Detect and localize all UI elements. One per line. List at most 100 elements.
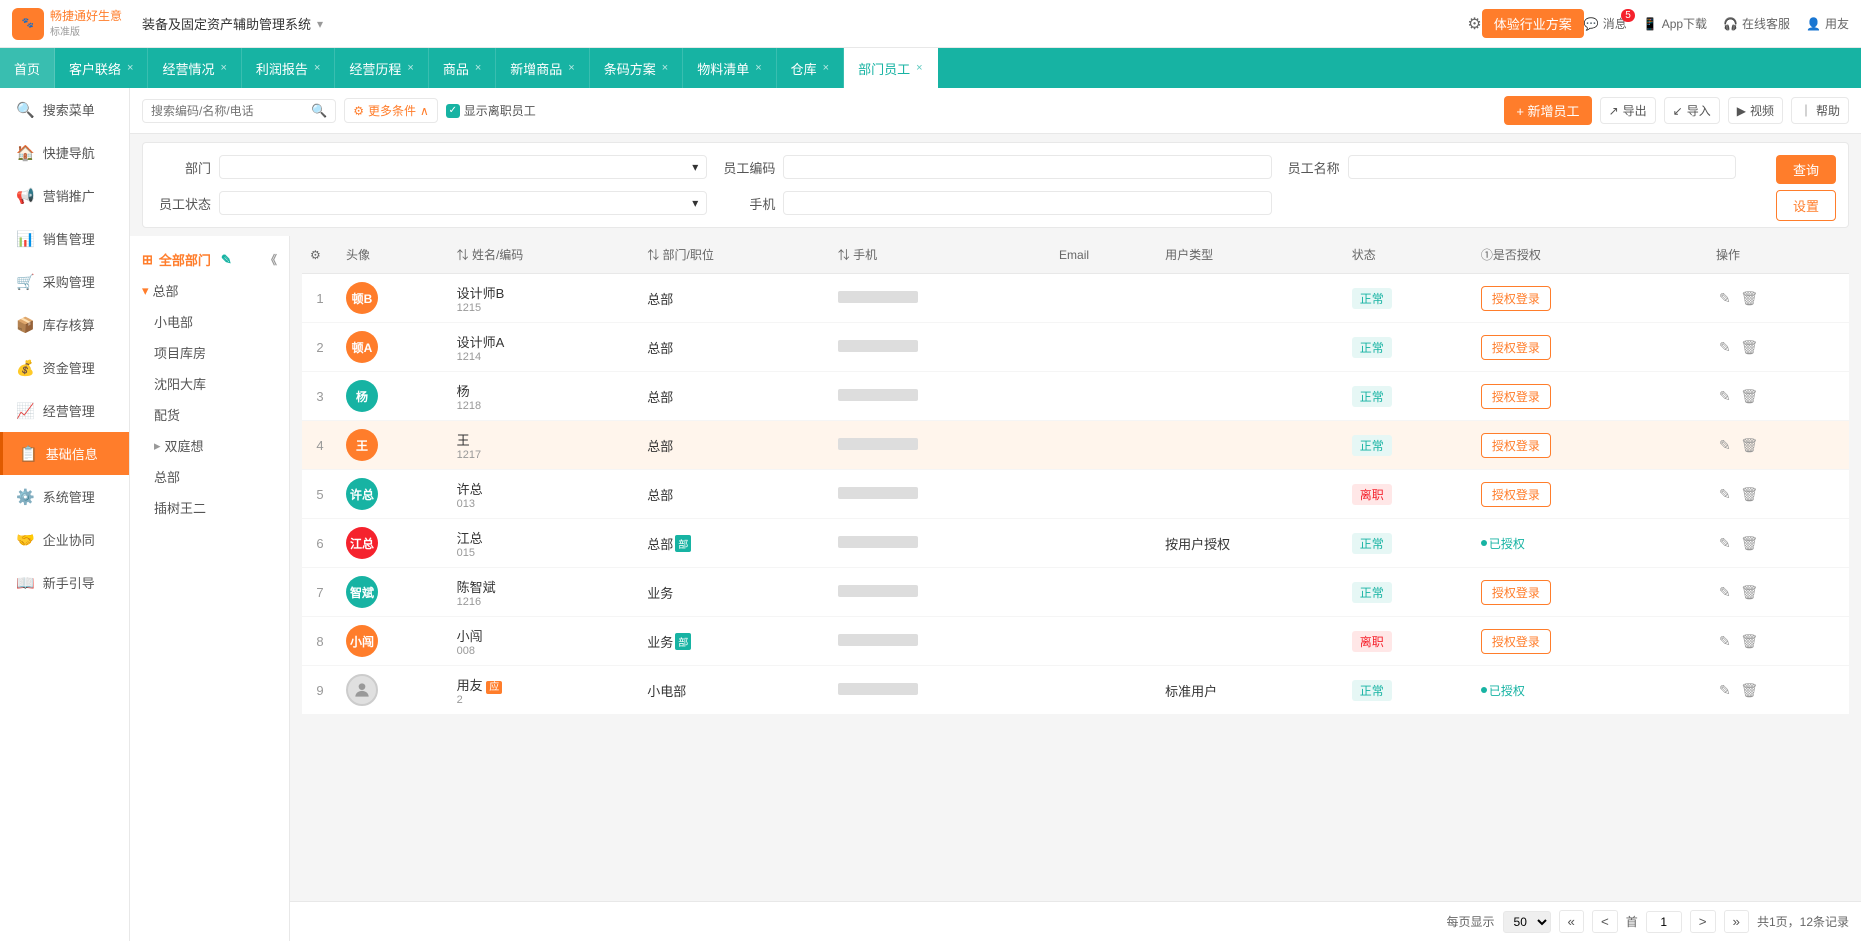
tab-operation[interactable]: 经营情况 × <box>148 48 241 88</box>
page-number-input[interactable] <box>1646 911 1682 933</box>
dept-item-shuangting[interactable]: ▸ 双庭想 <box>130 430 289 461</box>
emp-status-select[interactable]: ▾ <box>219 191 707 215</box>
nav-purchase[interactable]: 🛒 采购管理 <box>0 260 129 303</box>
tab-bom[interactable]: 物料清单 × <box>683 48 776 88</box>
auth-button[interactable]: 授权登录 <box>1481 433 1551 458</box>
tab-history[interactable]: 经营历程 × <box>335 48 428 88</box>
reset-button[interactable]: 设置 <box>1776 190 1836 221</box>
close-icon[interactable]: × <box>755 62 761 74</box>
auth-button[interactable]: 授权登录 <box>1481 286 1551 311</box>
col-phone[interactable]: ⇅ 手机 <box>830 236 1051 274</box>
col-dept[interactable]: ⇅ 部门/职位 <box>639 236 830 274</box>
next-page-button[interactable]: > <box>1690 910 1716 933</box>
delete-button[interactable]: 🗑 <box>1737 290 1761 306</box>
dept-item-chashuwang[interactable]: 插树王二 <box>130 492 289 523</box>
message-button[interactable]: 💬 消息 5 <box>1584 15 1627 32</box>
edit-button[interactable]: ✎ <box>1716 388 1734 404</box>
close-icon[interactable]: × <box>823 62 829 74</box>
close-icon[interactable]: × <box>475 62 481 74</box>
first-page-button[interactable]: « <box>1559 910 1584 933</box>
nav-guide[interactable]: 📖 新手引导 <box>0 561 129 604</box>
delete-button[interactable]: 🗑 <box>1737 388 1761 404</box>
edit-button[interactable]: ✎ <box>1716 535 1734 551</box>
auth-button[interactable]: 授权登录 <box>1481 580 1551 605</box>
delete-button[interactable]: 🗑 <box>1737 584 1761 600</box>
trial-button[interactable]: 体验行业方案 <box>1482 9 1584 38</box>
phone-input[interactable] <box>783 191 1271 215</box>
edit-dept-icon[interactable]: ✎ <box>221 252 232 268</box>
help-button[interactable]: ｜ 帮助 <box>1791 97 1849 124</box>
tab-profit[interactable]: 利润报告 × <box>242 48 335 88</box>
gear-button[interactable]: ⚙ <box>1467 14 1481 34</box>
video-button[interactable]: ▶ 视频 <box>1728 97 1783 124</box>
tab-department[interactable]: 部门员工 × <box>844 48 937 88</box>
dept-select[interactable]: ▾ <box>219 155 707 179</box>
nav-collab[interactable]: 🤝 企业协同 <box>0 518 129 561</box>
search-input[interactable] <box>151 104 311 118</box>
search-input-wrapper[interactable]: 🔍 <box>142 99 336 123</box>
edit-button[interactable]: ✎ <box>1716 633 1734 649</box>
close-icon[interactable]: × <box>127 62 133 74</box>
dept-item-zongbu-sub[interactable]: 总部 <box>130 461 289 492</box>
tab-add-goods[interactable]: 新增商品 × <box>496 48 589 88</box>
nav-quick-nav[interactable]: 🏠 快捷导航 <box>0 131 129 174</box>
delete-button[interactable]: 🗑 <box>1737 535 1761 551</box>
col-settings[interactable]: ⚙ <box>302 236 338 274</box>
close-icon[interactable]: × <box>220 62 226 74</box>
sys-dropdown-icon[interactable]: ▾ <box>317 17 323 31</box>
tab-customer[interactable]: 客户联络 × <box>55 48 148 88</box>
auth-button[interactable]: 授权登录 <box>1481 629 1551 654</box>
app-download-button[interactable]: 📱 App下载 <box>1643 15 1707 32</box>
show-resigned-checkbox[interactable]: ✓ 显示离职员工 <box>446 102 536 119</box>
delete-button[interactable]: 🗑 <box>1737 633 1761 649</box>
dept-item-peihuo[interactable]: 配货 <box>130 399 289 430</box>
tab-home[interactable]: 首页 <box>0 48 55 88</box>
tab-barcode[interactable]: 条码方案 × <box>590 48 683 88</box>
edit-button[interactable]: ✎ <box>1716 437 1734 453</box>
nav-basic-info[interactable]: 📋 基础信息 <box>0 432 129 475</box>
col-name[interactable]: ⇅ 姓名/编码 <box>449 236 640 274</box>
close-icon[interactable]: × <box>407 62 413 74</box>
add-employee-button[interactable]: + 新增员工 <box>1504 96 1591 125</box>
close-icon[interactable]: × <box>916 62 922 74</box>
auth-button[interactable]: 授权登录 <box>1481 384 1551 409</box>
close-icon[interactable]: × <box>662 62 668 74</box>
last-page-button[interactable]: » <box>1724 910 1749 933</box>
more-conditions-button[interactable]: ⚙ 更多条件 ∧ <box>344 98 438 123</box>
nav-inventory[interactable]: 📦 库存核算 <box>0 303 129 346</box>
edit-button[interactable]: ✎ <box>1716 486 1734 502</box>
dept-item-zongbu-root[interactable]: ▾ 总部 <box>130 275 289 306</box>
nav-management[interactable]: 📈 经营管理 <box>0 389 129 432</box>
prev-page-button[interactable]: < <box>1592 910 1618 933</box>
nav-marketing[interactable]: 📢 营销推广 <box>0 174 129 217</box>
collapse-dept-icon[interactable]: 《 <box>265 251 277 268</box>
user-avatar[interactable]: 👤 用友 <box>1806 15 1849 32</box>
per-page-select[interactable]: 50 <box>1503 911 1551 933</box>
emp-name-input[interactable] <box>1348 155 1736 179</box>
edit-button[interactable]: ✎ <box>1716 339 1734 355</box>
export-button[interactable]: ↗ 导出 <box>1600 97 1656 124</box>
delete-button[interactable]: 🗑 <box>1737 339 1761 355</box>
auth-button[interactable]: 授权登录 <box>1481 482 1551 507</box>
dept-item-xiaodian[interactable]: 小电部 <box>130 306 289 337</box>
nav-search[interactable]: 🔍 搜索菜单 <box>0 88 129 131</box>
tab-goods[interactable]: 商品 × <box>429 48 496 88</box>
delete-button[interactable]: 🗑 <box>1737 486 1761 502</box>
edit-button[interactable]: ✎ <box>1716 682 1734 698</box>
import-button[interactable]: ↙ 导入 <box>1664 97 1720 124</box>
edit-button[interactable]: ✎ <box>1716 290 1734 306</box>
dept-item-project[interactable]: 项目库房 <box>130 337 289 368</box>
edit-button[interactable]: ✎ <box>1716 584 1734 600</box>
nav-finance[interactable]: 💰 资金管理 <box>0 346 129 389</box>
auth-button[interactable]: 授权登录 <box>1481 335 1551 360</box>
query-button[interactable]: 查询 <box>1776 155 1836 184</box>
online-service-button[interactable]: 🎧 在线客服 <box>1723 15 1790 32</box>
delete-button[interactable]: 🗑 <box>1737 682 1761 698</box>
dept-item-shenyang[interactable]: 沈阳大库 <box>130 368 289 399</box>
tab-warehouse[interactable]: 仓库 × <box>777 48 844 88</box>
nav-sales[interactable]: 📊 销售管理 <box>0 217 129 260</box>
delete-button[interactable]: 🗑 <box>1737 437 1761 453</box>
nav-system[interactable]: ⚙️ 系统管理 <box>0 475 129 518</box>
close-icon[interactable]: × <box>314 62 320 74</box>
close-icon[interactable]: × <box>568 62 574 74</box>
